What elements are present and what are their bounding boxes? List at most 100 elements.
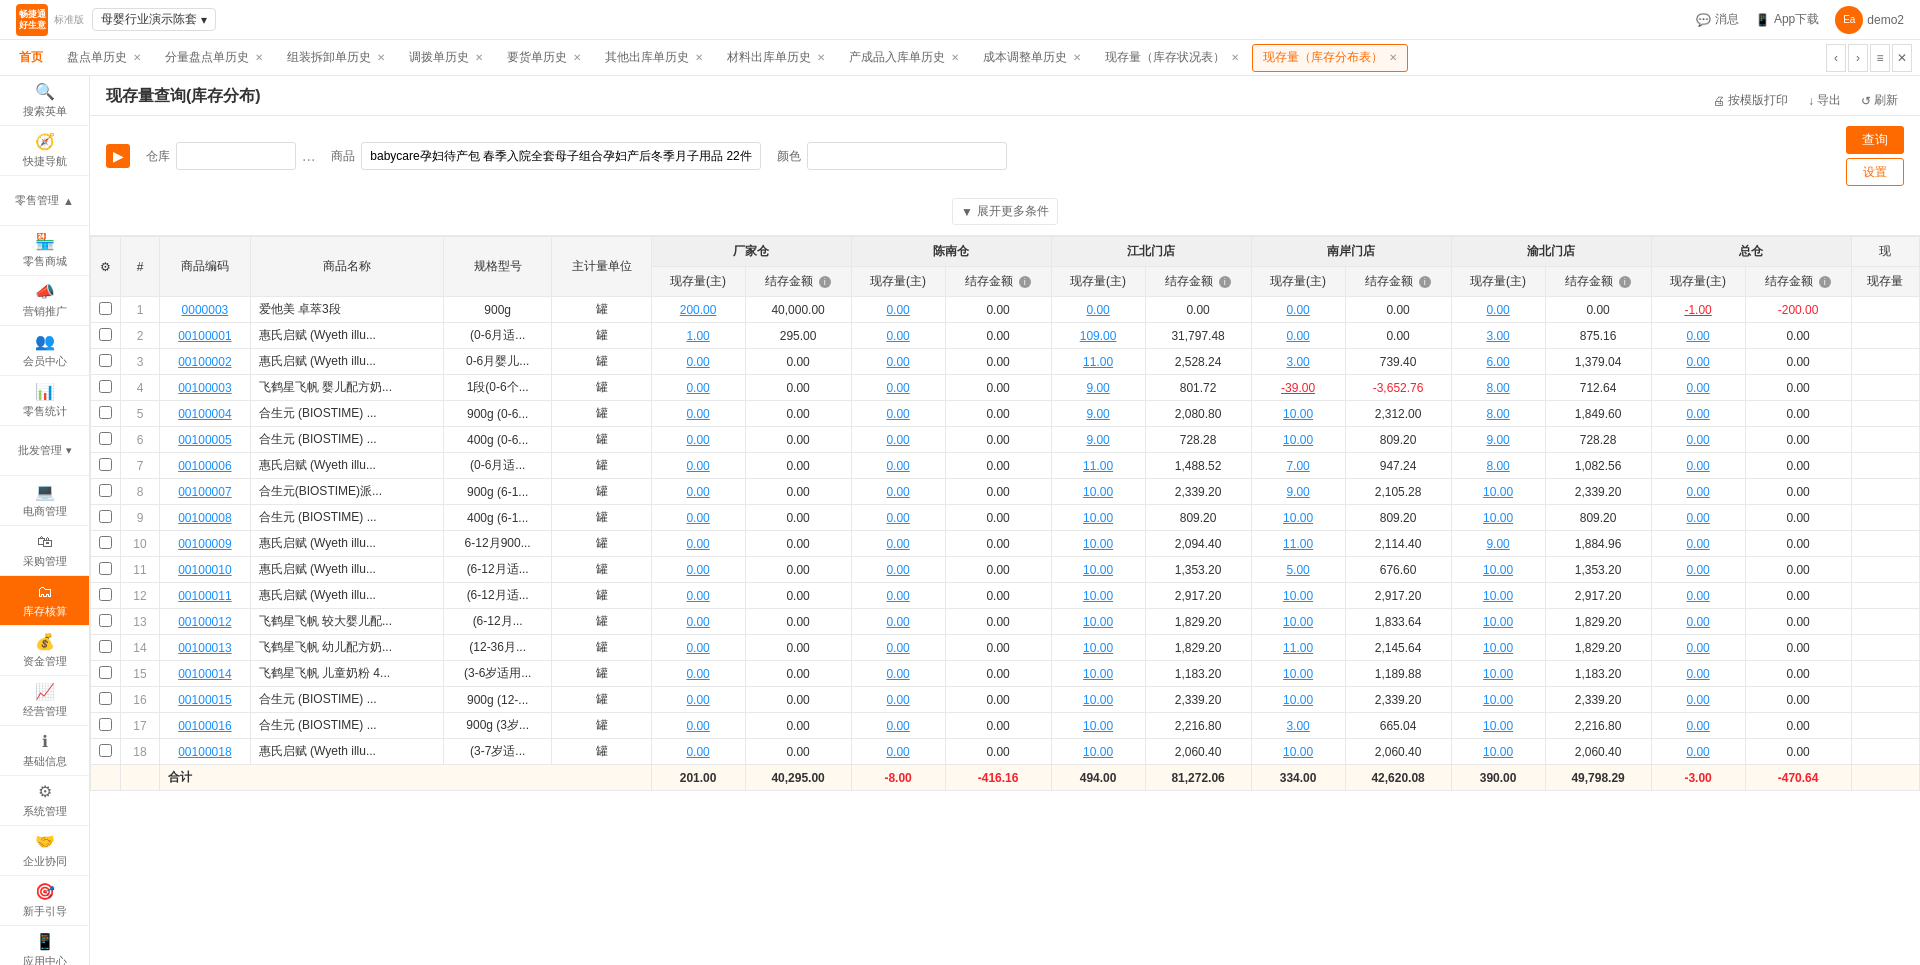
row-na-stock[interactable]: 10.00 bbox=[1251, 661, 1345, 687]
row-jb-stock[interactable]: 11.00 bbox=[1051, 349, 1145, 375]
row-checkbox[interactable] bbox=[99, 458, 112, 471]
row-na-stock[interactable]: 11.00 bbox=[1251, 635, 1345, 661]
sidebar-item-inventory[interactable]: 🗂 库存核算 bbox=[0, 576, 89, 626]
row-na-stock[interactable]: 10.00 bbox=[1251, 583, 1345, 609]
warehouse-dots[interactable]: ... bbox=[302, 147, 315, 165]
tab-requisition[interactable]: 要货单历史 ✕ bbox=[496, 44, 592, 72]
sidebar-item-sys[interactable]: ⚙ 系统管理 bbox=[0, 776, 89, 826]
row-jb-stock[interactable]: 10.00 bbox=[1051, 531, 1145, 557]
row-na-stock[interactable]: 7.00 bbox=[1251, 453, 1345, 479]
row-code[interactable]: 00100002 bbox=[160, 349, 251, 375]
row-checkbox[interactable] bbox=[99, 562, 112, 575]
row-code[interactable]: 0000003 bbox=[160, 297, 251, 323]
row-check[interactable] bbox=[91, 713, 121, 739]
row-checkbox[interactable] bbox=[99, 744, 112, 757]
app-download-btn[interactable]: 📱 App下载 bbox=[1755, 11, 1819, 28]
sidebar-item-finance[interactable]: 💰 资金管理 bbox=[0, 626, 89, 676]
row-yb-stock[interactable]: 10.00 bbox=[1451, 661, 1545, 687]
row-check[interactable] bbox=[91, 427, 121, 453]
row-check[interactable] bbox=[91, 635, 121, 661]
row-cn-stock[interactable]: 0.00 bbox=[851, 531, 945, 557]
row-yb-stock[interactable]: 10.00 bbox=[1451, 713, 1545, 739]
color-input[interactable] bbox=[807, 142, 1007, 170]
sidebar-item-basic[interactable]: ℹ 基础信息 bbox=[0, 726, 89, 776]
row-yb-stock[interactable]: 8.00 bbox=[1451, 375, 1545, 401]
sidebar-item-search[interactable]: 🔍 搜索英单 bbox=[0, 76, 89, 126]
row-checkbox[interactable] bbox=[99, 718, 112, 731]
row-check[interactable] bbox=[91, 687, 121, 713]
tab-material-out[interactable]: 材料出库单历史 ✕ bbox=[716, 44, 836, 72]
tab-stock-table[interactable]: 现存量（库存状况表） ✕ bbox=[1094, 44, 1250, 72]
sidebar-item-nav[interactable]: 🧭 快捷导航 bbox=[0, 126, 89, 176]
row-na-stock[interactable]: 3.00 bbox=[1251, 713, 1345, 739]
row-check[interactable] bbox=[91, 609, 121, 635]
row-cn-stock[interactable]: 0.00 bbox=[851, 453, 945, 479]
row-f-stock[interactable]: 0.00 bbox=[651, 609, 745, 635]
row-cn-stock[interactable]: 0.00 bbox=[851, 505, 945, 531]
row-na-stock[interactable]: -39.00 bbox=[1251, 375, 1345, 401]
tab-next-btn[interactable]: › bbox=[1848, 44, 1868, 72]
row-code[interactable]: 00100003 bbox=[160, 375, 251, 401]
tab-close-icon[interactable]: ✕ bbox=[475, 52, 483, 63]
tab-close-icon[interactable]: ✕ bbox=[951, 52, 959, 63]
store-selector[interactable]: 母婴行业演示陈套 ▾ bbox=[92, 8, 216, 31]
sidebar-item-wholesale[interactable]: 批发管理 ▾ bbox=[0, 426, 89, 476]
row-checkbox[interactable] bbox=[99, 614, 112, 627]
row-tot-stock[interactable]: 0.00 bbox=[1651, 609, 1745, 635]
row-na-stock[interactable]: 10.00 bbox=[1251, 687, 1345, 713]
row-cn-stock[interactable]: 0.00 bbox=[851, 687, 945, 713]
row-na-stock[interactable]: 11.00 bbox=[1251, 531, 1345, 557]
row-cn-stock[interactable]: 0.00 bbox=[851, 557, 945, 583]
tab-split-count[interactable]: 分量盘点单历史 ✕ bbox=[154, 44, 274, 72]
sidebar-item-retail-mgmt[interactable]: 零售管理 ▲ bbox=[0, 176, 89, 226]
row-checkbox[interactable] bbox=[99, 380, 112, 393]
search-btn[interactable]: 查询 bbox=[1846, 126, 1904, 154]
row-jb-stock[interactable]: 10.00 bbox=[1051, 505, 1145, 531]
row-yb-stock[interactable]: 10.00 bbox=[1451, 635, 1545, 661]
sidebar-item-guide[interactable]: 🎯 新手引导 bbox=[0, 876, 89, 926]
cn-amt-info-icon[interactable]: i bbox=[1019, 276, 1031, 288]
row-jb-stock[interactable]: 11.00 bbox=[1051, 453, 1145, 479]
sidebar-item-app-center[interactable]: 📱 应用中心 bbox=[0, 926, 89, 965]
row-code[interactable]: 00100009 bbox=[160, 531, 251, 557]
row-tot-stock[interactable]: 0.00 bbox=[1651, 349, 1745, 375]
row-f-stock[interactable]: 1.00 bbox=[651, 323, 745, 349]
row-cn-stock[interactable]: 0.00 bbox=[851, 739, 945, 765]
tab-close-all-btn[interactable]: ✕ bbox=[1892, 44, 1912, 72]
refresh-btn[interactable]: ↺ 刷新 bbox=[1855, 90, 1904, 111]
row-code[interactable]: 00100007 bbox=[160, 479, 251, 505]
tab-prev-btn[interactable]: ‹ bbox=[1826, 44, 1846, 72]
warehouse-input[interactable] bbox=[176, 142, 296, 170]
row-checkbox[interactable] bbox=[99, 406, 112, 419]
row-check[interactable] bbox=[91, 375, 121, 401]
sidebar-item-retail-mall[interactable]: 🏪 零售商城 bbox=[0, 226, 89, 276]
row-jb-stock[interactable]: 0.00 bbox=[1051, 297, 1145, 323]
row-jb-stock[interactable]: 10.00 bbox=[1051, 713, 1145, 739]
row-tot-stock[interactable]: 0.00 bbox=[1651, 401, 1745, 427]
row-f-stock[interactable]: 0.00 bbox=[651, 687, 745, 713]
row-tot-stock[interactable]: 0.00 bbox=[1651, 453, 1745, 479]
sidebar-item-marketing[interactable]: 📣 营销推广 bbox=[0, 276, 89, 326]
sidebar-item-member[interactable]: 👥 会员中心 bbox=[0, 326, 89, 376]
row-jb-stock[interactable]: 10.00 bbox=[1051, 479, 1145, 505]
filter-collapse-btn[interactable]: ▶ bbox=[106, 144, 130, 168]
row-f-stock[interactable]: 0.00 bbox=[651, 401, 745, 427]
row-checkbox[interactable] bbox=[99, 302, 112, 315]
row-check[interactable] bbox=[91, 557, 121, 583]
row-jb-stock[interactable]: 109.00 bbox=[1051, 323, 1145, 349]
row-yb-stock[interactable]: 9.00 bbox=[1451, 427, 1545, 453]
row-f-stock[interactable]: 200.00 bbox=[651, 297, 745, 323]
row-cn-stock[interactable]: 0.00 bbox=[851, 427, 945, 453]
row-tot-stock[interactable]: 0.00 bbox=[1651, 583, 1745, 609]
row-yb-stock[interactable]: 10.00 bbox=[1451, 557, 1545, 583]
row-na-stock[interactable]: 10.00 bbox=[1251, 401, 1345, 427]
row-na-stock[interactable]: 9.00 bbox=[1251, 479, 1345, 505]
row-cn-stock[interactable]: 0.00 bbox=[851, 609, 945, 635]
row-cn-stock[interactable]: 0.00 bbox=[851, 401, 945, 427]
sidebar-item-purchase[interactable]: 🛍 采购管理 bbox=[0, 526, 89, 576]
row-yb-stock[interactable]: 10.00 bbox=[1451, 479, 1545, 505]
row-yb-stock[interactable]: 10.00 bbox=[1451, 609, 1545, 635]
tab-close-icon[interactable]: ✕ bbox=[1231, 52, 1239, 63]
row-checkbox[interactable] bbox=[99, 328, 112, 341]
row-check[interactable] bbox=[91, 479, 121, 505]
